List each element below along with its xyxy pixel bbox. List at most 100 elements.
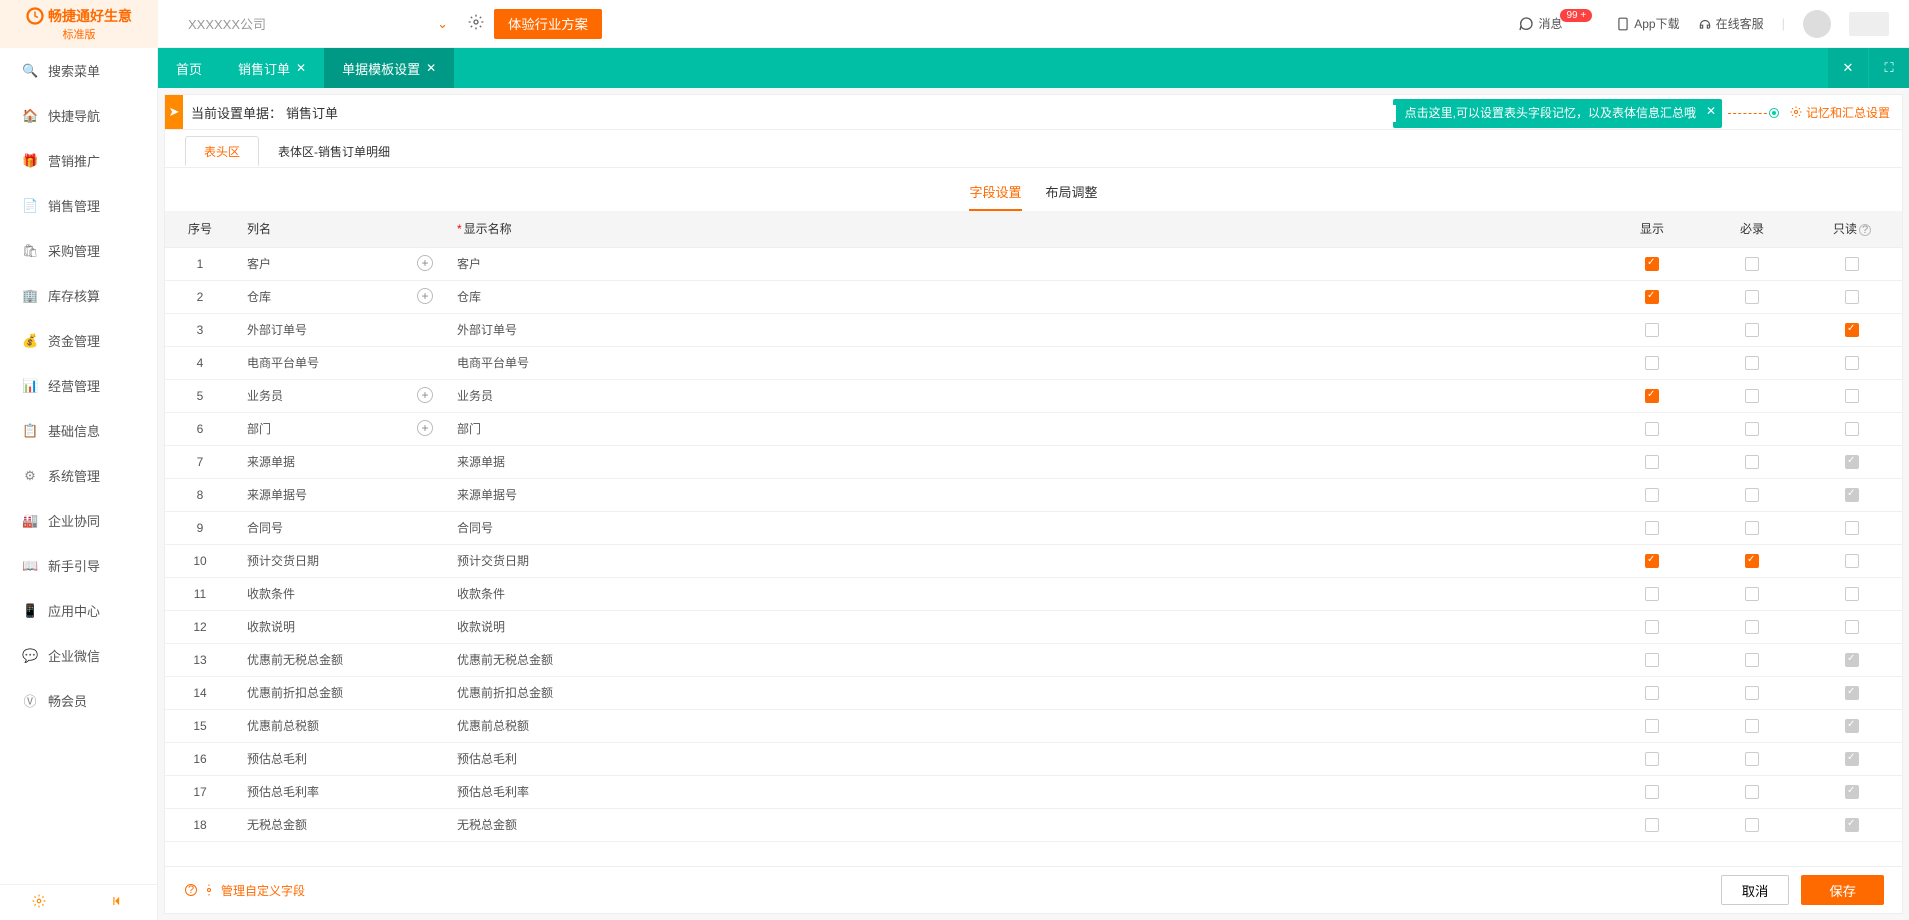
tab-close-icon[interactable]: ✕ [296, 61, 306, 75]
checkbox[interactable] [1745, 488, 1759, 502]
checkbox[interactable] [1645, 521, 1659, 535]
checkbox[interactable] [1645, 785, 1659, 799]
sidebar-item-4[interactable]: 🛍采购管理 [0, 228, 157, 273]
messages-link[interactable]: 消息 99 + [1518, 15, 1598, 32]
customer-service-link[interactable]: 在线客服 [1698, 15, 1764, 32]
user-menu[interactable] [1849, 12, 1889, 36]
sub-tab-1[interactable]: 布局调整 [1046, 182, 1098, 211]
close-all-tabs-icon[interactable]: ✕ [1828, 48, 1868, 88]
plus-icon[interactable]: + [417, 255, 433, 271]
inner-tab-1[interactable]: 表体区-销售订单明细 [259, 136, 409, 166]
sidebar-item-5[interactable]: 🏢库存核算 [0, 273, 157, 318]
checkbox[interactable] [1745, 422, 1759, 436]
checkbox[interactable] [1745, 290, 1759, 304]
checkbox[interactable] [1745, 323, 1759, 337]
checkbox[interactable] [1645, 356, 1659, 370]
table-wrap[interactable]: 序号 列名 *显示名称 显示 必录 只读? 1 客户+ 客户 2 仓库+ 仓库 … [164, 211, 1903, 866]
sidebar-item-8[interactable]: 📋基础信息 [0, 408, 157, 453]
cell-display[interactable]: 外部订单号 [445, 313, 1602, 346]
tab-0[interactable]: 首页 [158, 48, 220, 88]
checkbox[interactable] [1745, 686, 1759, 700]
cell-display[interactable]: 来源单据号 [445, 478, 1602, 511]
trial-button[interactable]: 体验行业方案 [494, 9, 602, 39]
checkbox[interactable] [1745, 389, 1759, 403]
checkbox[interactable] [1645, 719, 1659, 733]
cell-display[interactable]: 来源单据 [445, 445, 1602, 478]
checkbox[interactable] [1845, 554, 1859, 568]
help-icon[interactable]: ? [1859, 224, 1871, 236]
checkbox[interactable] [1645, 587, 1659, 601]
checkbox[interactable] [1645, 389, 1659, 403]
checkbox[interactable] [1745, 257, 1759, 271]
collapse-sidebar-icon[interactable] [111, 894, 125, 911]
checkbox[interactable] [1645, 554, 1659, 568]
save-button[interactable]: 保存 [1801, 875, 1884, 905]
checkbox[interactable] [1645, 818, 1659, 832]
sub-tab-0[interactable]: 字段设置 [969, 182, 1021, 211]
checkbox[interactable] [1745, 521, 1759, 535]
checkbox[interactable] [1845, 323, 1859, 337]
manage-custom-fields-link[interactable]: ? 管理自定义字段 [183, 882, 305, 899]
cell-display[interactable]: 优惠前总税额 [445, 709, 1602, 742]
checkbox[interactable] [1645, 290, 1659, 304]
cell-display[interactable]: 无税总金额 [445, 808, 1602, 841]
infobar-arrow-icon[interactable]: ➤ [165, 95, 183, 129]
checkbox[interactable] [1645, 455, 1659, 469]
checkbox[interactable] [1745, 356, 1759, 370]
inner-tab-0[interactable]: 表头区 [185, 136, 259, 166]
checkbox[interactable] [1645, 752, 1659, 766]
expand-icon[interactable]: ⛶ [1869, 48, 1909, 88]
cell-display[interactable]: 优惠前折扣总金额 [445, 676, 1602, 709]
checkbox[interactable] [1845, 257, 1859, 271]
checkbox[interactable] [1645, 422, 1659, 436]
cell-display[interactable]: 收款说明 [445, 610, 1602, 643]
sidebar-item-13[interactable]: 💬企业微信 [0, 633, 157, 678]
cell-display[interactable]: 预估总毛利率 [445, 775, 1602, 808]
checkbox[interactable] [1745, 554, 1759, 568]
sidebar-item-7[interactable]: 📊经营管理 [0, 363, 157, 408]
checkbox[interactable] [1745, 653, 1759, 667]
cell-display[interactable]: 业务员 [445, 379, 1602, 412]
checkbox[interactable] [1745, 455, 1759, 469]
sidebar-item-9[interactable]: ⚙系统管理 [0, 453, 157, 498]
checkbox[interactable] [1845, 587, 1859, 601]
cancel-button[interactable]: 取消 [1721, 875, 1790, 905]
tab-1[interactable]: 销售订单✕ [220, 48, 324, 88]
checkbox[interactable] [1745, 818, 1759, 832]
checkbox[interactable] [1645, 620, 1659, 634]
checkbox[interactable] [1745, 587, 1759, 601]
memory-summary-link[interactable]: 记忆和汇总设置 [1790, 104, 1890, 121]
checkbox[interactable] [1845, 620, 1859, 634]
cell-display[interactable]: 仓库 [445, 280, 1602, 313]
sidebar-item-0[interactable]: 🔍搜索菜单 [0, 48, 157, 93]
gear-icon[interactable] [468, 14, 484, 33]
checkbox[interactable] [1645, 653, 1659, 667]
checkbox[interactable] [1845, 389, 1859, 403]
cell-display[interactable]: 合同号 [445, 511, 1602, 544]
sidebar-item-12[interactable]: 📱应用中心 [0, 588, 157, 633]
sidebar-item-14[interactable]: Ⓥ畅会员 [0, 678, 157, 723]
checkbox[interactable] [1645, 686, 1659, 700]
checkbox[interactable] [1745, 719, 1759, 733]
sidebar-item-10[interactable]: 🏭企业协同 [0, 498, 157, 543]
tooltip-close-icon[interactable]: ✕ [1706, 103, 1716, 120]
cell-display[interactable]: 预估总毛利 [445, 742, 1602, 775]
sidebar-item-6[interactable]: 💰资金管理 [0, 318, 157, 363]
checkbox[interactable] [1645, 257, 1659, 271]
cell-display[interactable]: 电商平台单号 [445, 346, 1602, 379]
sidebar-item-3[interactable]: 📄销售管理 [0, 183, 157, 228]
plus-icon[interactable]: + [417, 288, 433, 304]
cell-display[interactable]: 优惠前无税总金额 [445, 643, 1602, 676]
plus-icon[interactable]: + [417, 387, 433, 403]
cell-display[interactable]: 预计交货日期 [445, 544, 1602, 577]
cell-display[interactable]: 部门 [445, 412, 1602, 445]
avatar[interactable] [1803, 10, 1831, 38]
checkbox[interactable] [1845, 521, 1859, 535]
checkbox[interactable] [1745, 752, 1759, 766]
tab-close-icon[interactable]: ✕ [426, 61, 436, 75]
checkbox[interactable] [1745, 620, 1759, 634]
sidebar-item-1[interactable]: 🏠快捷导航 [0, 93, 157, 138]
tab-2[interactable]: 单据模板设置✕ [324, 48, 454, 88]
checkbox[interactable] [1645, 323, 1659, 337]
checkbox[interactable] [1845, 356, 1859, 370]
